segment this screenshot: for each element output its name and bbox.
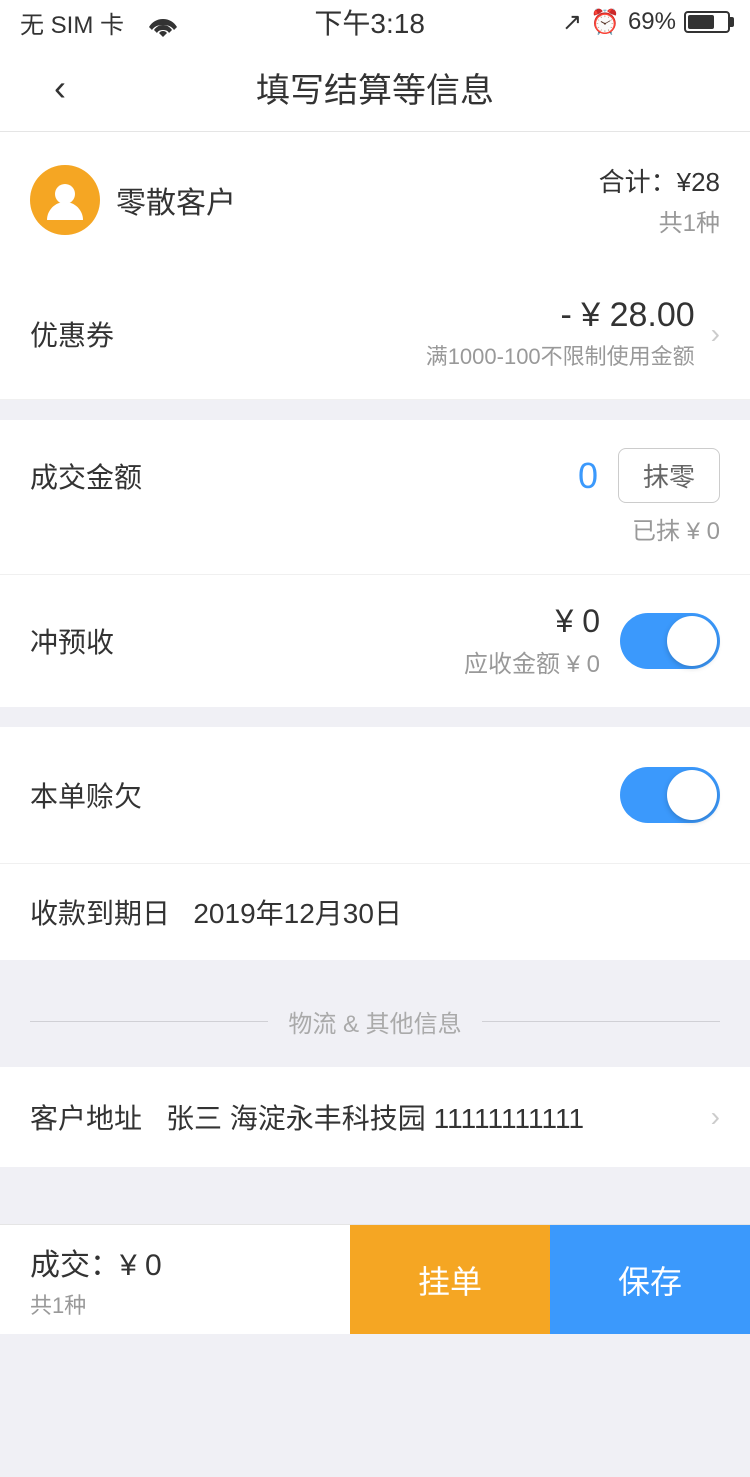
coupon-note: 满1000-100不限制使用金额: [426, 339, 695, 371]
address-label: 客户地址: [30, 1097, 142, 1137]
transaction-sub: 已抹 ¥ 0: [30, 511, 720, 546]
bottom-deal-label: 成交：¥ 0: [30, 1240, 320, 1284]
page-title: 填写结算等信息: [256, 63, 494, 112]
total-amount: 合计：¥28: [599, 162, 720, 199]
location-icon: ↗: [562, 8, 582, 37]
prereceive-toggle[interactable]: [620, 613, 720, 669]
bottom-bar: 成交：¥ 0 共1种 挂单 保存: [0, 1224, 750, 1334]
avatar: [30, 165, 100, 235]
transaction-row: 成交金额 0 抹零 已抹 ¥ 0: [0, 420, 750, 575]
status-time: 下午3:18: [314, 2, 425, 42]
prereceive-right: ¥ 0 应收金额 ¥ 0: [464, 603, 720, 679]
battery-icon: [684, 11, 730, 33]
transaction-value: 0: [578, 455, 598, 497]
total-count: 共1种: [599, 203, 720, 238]
bottom-info: 成交：¥ 0 共1种: [0, 1225, 350, 1334]
coupon-right: - ¥ 28.00 满1000-100不限制使用金额 ›: [426, 296, 720, 371]
debt-toggle-knob: [667, 770, 717, 820]
duedate-label: 收款到期日 2019年12月30日: [30, 898, 402, 929]
prereceive-amount: ¥ 0: [464, 603, 600, 640]
debt-toggle[interactable]: [620, 767, 720, 823]
round-button[interactable]: 抹零: [618, 448, 720, 503]
alarm-icon: ⏰: [590, 8, 620, 37]
save-button[interactable]: 保存: [550, 1225, 750, 1334]
address-value: 张三 海淀永丰科技园 11111111111: [166, 1097, 711, 1137]
customer-section: 零散客户 合计：¥28 共1种: [0, 132, 750, 268]
status-bar: 无 SIM 卡 下午3:18 ↗ ⏰ 69%: [0, 0, 750, 44]
prereceive-sub: 应收金额 ¥ 0: [464, 644, 600, 679]
debt-label: 本单赊欠: [30, 775, 142, 815]
divider-line-left: [30, 1021, 268, 1022]
section-divider-1: [0, 400, 750, 420]
address-chevron-icon: ›: [711, 1101, 720, 1133]
customer-total: 合计：¥28 共1种: [599, 162, 720, 238]
customer-row: 零散客户 合计：¥28 共1种: [0, 132, 750, 268]
transaction-label: 成交金额: [30, 456, 142, 496]
toggle-knob: [667, 616, 717, 666]
duedate-date: 2019年12月30日: [193, 898, 402, 929]
bottom-count: 共1种: [30, 1288, 320, 1320]
customer-left: 零散客户: [30, 165, 236, 235]
status-right: ↗ ⏰ 69%: [562, 8, 730, 37]
coupon-label: 优惠券: [30, 314, 114, 354]
nav-bar: ‹ 填写结算等信息: [0, 44, 750, 132]
coupon-row[interactable]: 优惠券 - ¥ 28.00 满1000-100不限制使用金额 ›: [0, 268, 750, 400]
section-divider-3: [0, 960, 750, 980]
battery-label: 69%: [628, 8, 676, 36]
debt-row: 本单赊欠: [0, 727, 750, 863]
coupon-amount: - ¥ 28.00: [426, 296, 695, 335]
address-row[interactable]: 客户地址 张三 海淀永丰科技园 11111111111 ›: [0, 1067, 750, 1167]
bottom-deal-amount: ¥ 0: [120, 1249, 162, 1282]
logistics-divider: 物流 & 其他信息: [0, 980, 750, 1063]
prereceive-label: 冲预收: [30, 621, 114, 661]
sim-wifi-label: 无 SIM 卡: [20, 5, 177, 40]
logistics-label: 物流 & 其他信息: [288, 1004, 461, 1039]
back-button[interactable]: ‹: [30, 58, 90, 118]
status-left: 无 SIM 卡: [20, 5, 177, 40]
hold-button[interactable]: 挂单: [350, 1225, 550, 1334]
prereceive-row: 冲预收 ¥ 0 应收金额 ¥ 0: [0, 575, 750, 707]
coupon-chevron-icon: ›: [711, 318, 720, 350]
section-divider-2: [0, 707, 750, 727]
divider-line-right: [482, 1021, 720, 1022]
customer-name: 零散客户: [116, 178, 236, 222]
duedate-row: 收款到期日 2019年12月30日: [0, 863, 750, 960]
